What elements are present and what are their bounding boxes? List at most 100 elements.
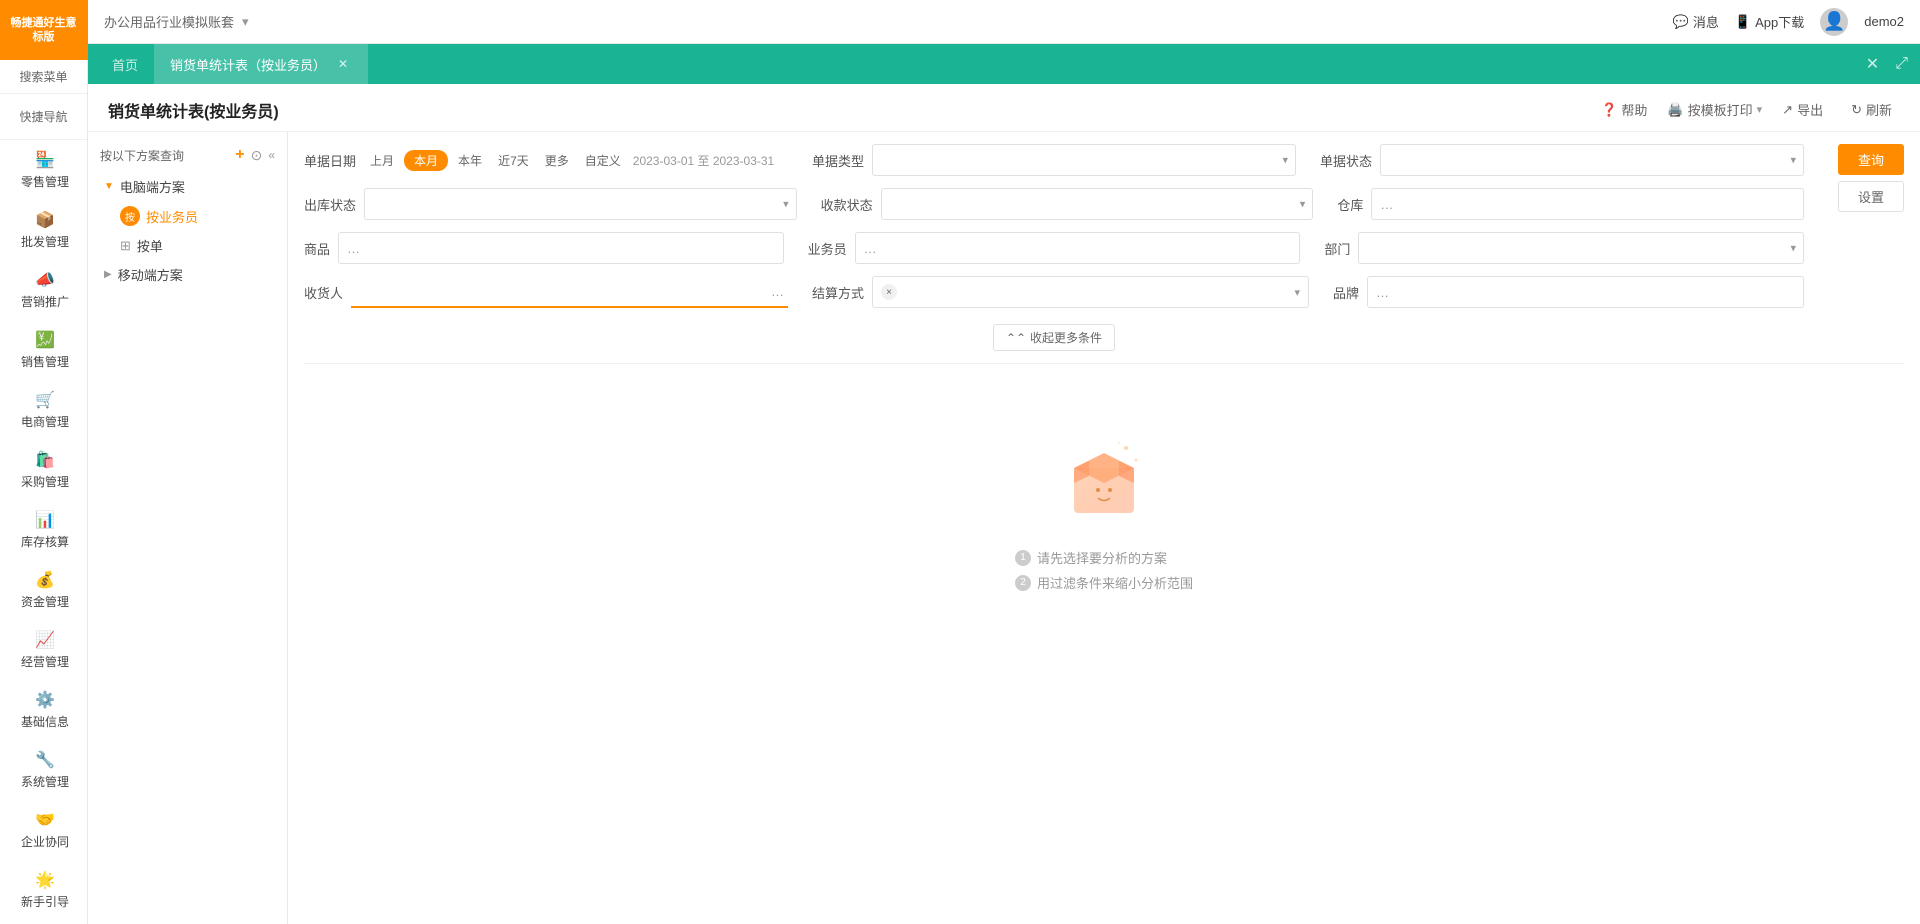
tree-by-order[interactable]: ⊞ 按单 [112, 231, 279, 260]
help-btn[interactable]: ❓ 帮助 [1593, 96, 1655, 123]
user-avatar[interactable]: 👤 [1820, 8, 1848, 36]
sidebar-item-ecommerce[interactable]: 🛒 电商管理 [0, 380, 87, 440]
receiver-input[interactable] [355, 284, 771, 298]
tree-pc-plan[interactable]: ▼ 电脑端方案 [96, 172, 279, 201]
add-plan-icon[interactable]: + [235, 146, 244, 164]
cooperation-label: 企业协同 [21, 833, 69, 850]
dept-control [1358, 232, 1804, 264]
tab-home[interactable]: 首页 [96, 44, 154, 84]
date-tab-custom[interactable]: 自定义 [579, 150, 627, 171]
print-btn[interactable]: 🖨️ 按模板打印 ▾ [1667, 100, 1762, 119]
print-dropdown-icon[interactable]: ▾ [1757, 103, 1763, 116]
date-tab-lastmonth[interactable]: 上月 [364, 150, 400, 171]
receiver-dots[interactable]: … [771, 284, 784, 299]
export-icon: ↗ [1782, 102, 1793, 118]
wholesale-label: 批发管理 [21, 233, 69, 250]
date-tab-thismonth[interactable]: 本月 [404, 150, 448, 171]
message-icon: 💬 [1673, 14, 1689, 30]
system-icon: 🔧 [35, 750, 55, 770]
tab-sales-stat[interactable]: 销货单统计表（按业务员） ✕ [154, 44, 368, 84]
doc-status-select[interactable] [1380, 144, 1804, 176]
warehouse-control: … [1371, 188, 1804, 220]
nav-label: 快捷导航 [19, 108, 67, 125]
marketing-icon: 📣 [35, 270, 55, 290]
sidebar-item-appcenter[interactable]: 📱 应用中心 [0, 920, 87, 924]
cooperation-icon: 🤝 [35, 810, 55, 830]
quick-nav[interactable]: 快捷导航 [0, 94, 87, 140]
refresh-label: 刷新 [1866, 100, 1892, 119]
refresh-btn[interactable]: ↻ 刷新 [1843, 96, 1900, 123]
sidebar-item-basic[interactable]: ⚙️ 基础信息 [0, 680, 87, 740]
pc-plan-label: 电脑端方案 [120, 177, 185, 196]
tree-section: ▼ 电脑端方案 按 按业务员 ⊞ 按单 ▶ [88, 172, 287, 289]
export-label: 导出 [1797, 100, 1823, 119]
warehouse-dots[interactable]: … [1380, 197, 1393, 212]
date-tab-thisyear[interactable]: 本年 [452, 150, 488, 171]
sidebar-item-operation[interactable]: 📈 经营管理 [0, 620, 87, 680]
export-btn[interactable]: ↗ 导出 [1774, 96, 1831, 123]
query-btn[interactable]: 查询 [1838, 144, 1904, 175]
collect-status-select[interactable] [881, 188, 1314, 220]
out-status-select[interactable] [364, 188, 797, 220]
tab-close-btn[interactable]: ✕ [334, 55, 352, 73]
brand-dots[interactable]: … [1376, 285, 1389, 300]
sidebar-item-wholesale[interactable]: 📦 批发管理 [0, 200, 87, 260]
basic-label: 基础信息 [21, 713, 69, 730]
app-logo[interactable]: 畅捷通好生意 标版 [0, 0, 88, 60]
collapse-row: ⌃⌃ 收起更多条件 [304, 316, 1804, 359]
doc-type-select[interactable] [872, 144, 1296, 176]
filter-divider [304, 363, 1904, 364]
sidebar-item-cooperation[interactable]: 🤝 企业协同 [0, 800, 87, 860]
doc-type-label: 单据类型 [812, 151, 864, 170]
system-label: 系统管理 [21, 773, 69, 790]
settings-btn[interactable]: 设置 [1838, 181, 1904, 212]
order-label: 按单 [137, 236, 163, 255]
message-btn[interactable]: 💬 消息 [1673, 12, 1719, 31]
sidebar-item-system[interactable]: 🔧 系统管理 [0, 740, 87, 800]
salesperson-dots[interactable]: … [864, 241, 877, 256]
breadcrumb-dropdown-icon[interactable]: ▾ [242, 14, 249, 30]
sidebar-item-guide[interactable]: 🌟 新手引导 [0, 860, 87, 920]
user-name[interactable]: demo2 [1864, 14, 1904, 29]
dept-select[interactable] [1358, 232, 1804, 264]
salesperson-filter-label: 业务员 [808, 239, 847, 258]
sidebar-item-marketing[interactable]: 📣 营销推广 [0, 260, 87, 320]
tree-child-pc: 按 按业务员 ⊞ 按单 [96, 201, 279, 260]
tab-close-all-icon[interactable]: ✕ [1862, 50, 1883, 78]
search-menu-item[interactable]: 搜索菜单 [0, 60, 87, 94]
date-tab-7days[interactable]: 近7天 [492, 150, 535, 171]
tab-home-label: 首页 [112, 55, 138, 74]
guide-icon: 🌟 [35, 870, 55, 890]
mobile-plan-toggle: ▶ [104, 269, 112, 280]
out-status-label: 出库状态 [304, 195, 356, 214]
mobile-plan-label: 移动端方案 [118, 265, 183, 284]
edit-plan-icon[interactable]: ⊙ [251, 147, 263, 164]
hint-text-1: 请先选择要分析的方案 [1037, 548, 1167, 567]
doc-type-control [872, 144, 1296, 176]
out-status-control [364, 188, 797, 220]
app-download-btn[interactable]: 📱 App下载 [1735, 12, 1804, 31]
retail-icon: 🏪 [35, 150, 55, 170]
filter-row-4: 收货人 … 结算方式 × ▾ 品牌 … [304, 276, 1804, 308]
tree-by-salesperson[interactable]: 按 按业务员 [112, 201, 279, 231]
filter-row-1: 单据日期 上月 本月 本年 近7天 更多 自定义 2023-03-01 至 20… [304, 144, 1804, 176]
sidebar-item-retail[interactable]: 🏪 零售管理 [0, 140, 87, 200]
app-name: 畅捷通好生意 [11, 16, 77, 30]
collapse-panel-icon[interactable]: « [268, 148, 275, 162]
quick-nav-item[interactable]: 快捷导航 [0, 100, 87, 133]
sidebar-item-finance[interactable]: 💰 资金管理 [0, 560, 87, 620]
tree-mobile-plan[interactable]: ▶ 移动端方案 [96, 260, 279, 289]
sidebar-item-purchase[interactable]: 🛍️ 采购管理 [0, 440, 87, 500]
goods-dots[interactable]: … [347, 241, 360, 256]
tab-maximize-icon[interactable]: ⤢ [1891, 51, 1912, 77]
finance-label: 资金管理 [21, 593, 69, 610]
goods-control: … [338, 232, 784, 264]
date-tab-more[interactable]: 更多 [539, 150, 575, 171]
sidebar-item-sales[interactable]: 💹 销售管理 [0, 320, 87, 380]
search-label: 搜索菜单 [19, 70, 67, 84]
settle-dropdown-icon[interactable]: ▾ [1294, 286, 1300, 299]
settle-x-badge[interactable]: × [881, 284, 897, 300]
collapse-btn[interactable]: ⌃⌃ 收起更多条件 [993, 324, 1115, 351]
sidebar-item-inventory[interactable]: 📊 库存核算 [0, 500, 87, 560]
empty-hints: 1 请先选择要分析的方案 2 用过滤条件来缩小分析范围 [1015, 548, 1193, 598]
